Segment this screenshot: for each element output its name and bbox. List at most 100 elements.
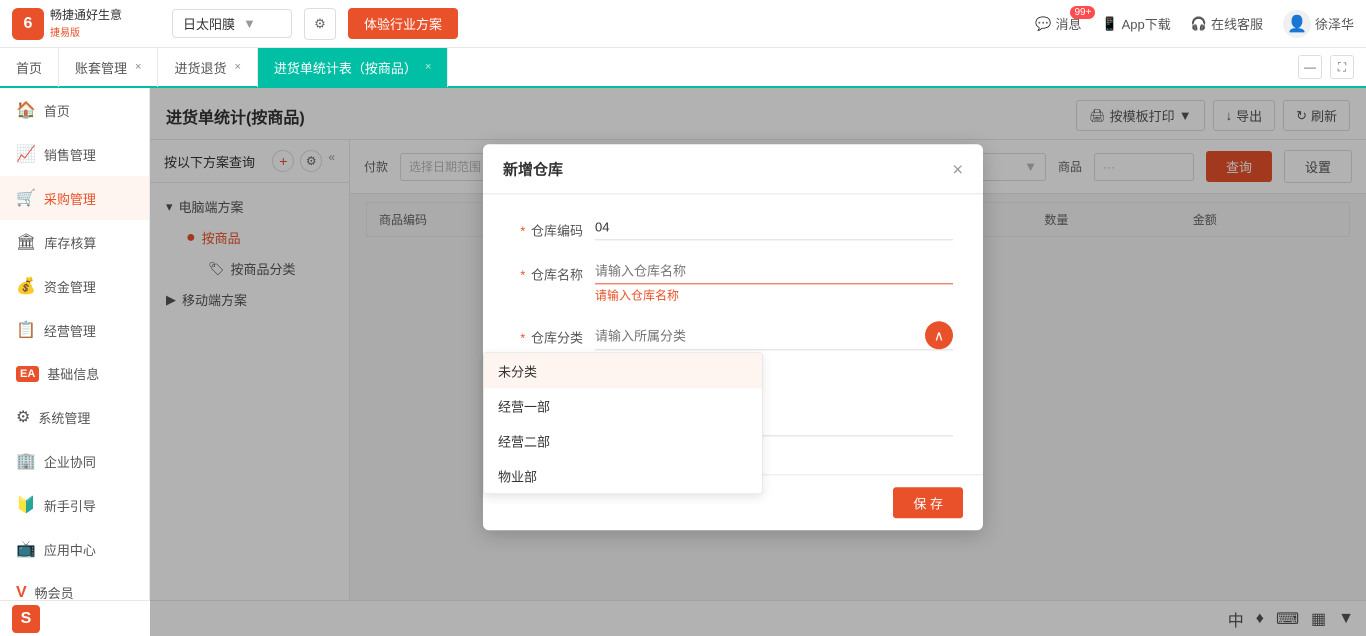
online-service-label: 在线客服 xyxy=(1211,14,1263,33)
enterprise-icon: 🏢 xyxy=(16,451,36,471)
tab-purchase-return[interactable]: 进货退货 × xyxy=(158,47,257,87)
trial-button[interactable]: 体验行业方案 xyxy=(348,8,458,39)
app-name: 畅捷通好生意 xyxy=(50,8,122,24)
sidebar-item-guide[interactable]: 🔰 新手引导 xyxy=(0,483,149,527)
code-required-star: * xyxy=(520,223,525,238)
sidebar-operations-label: 经营管理 xyxy=(44,321,96,340)
tab-purchase-return-label: 进货退货 xyxy=(174,58,226,77)
app-download-label: App下载 xyxy=(1122,14,1171,33)
system-icon: ⚙ xyxy=(16,407,30,427)
category-label: * 仓库分类 xyxy=(513,321,583,346)
sidebar-enterprise-label: 企业协同 xyxy=(44,452,96,471)
code-field-wrap xyxy=(595,214,953,240)
messages-link[interactable]: 💬 消息 99+ xyxy=(1035,14,1081,33)
form-category-row: * 仓库分类 ∧ 未分类 经营一部 经营二部 物业部 xyxy=(513,321,953,350)
store-dropdown-arrow: ▼ xyxy=(243,16,256,31)
online-service-link[interactable]: 🎧 在线客服 xyxy=(1191,14,1263,33)
code-label-text: 仓库编码 xyxy=(531,223,583,238)
category-input-container: ∧ xyxy=(595,321,953,350)
message-badge: 99+ xyxy=(1070,6,1095,19)
sidebar-purchase-label: 采购管理 xyxy=(44,189,96,208)
tab-purchase-stats[interactable]: 进货单统计表（按商品） × xyxy=(258,47,448,87)
bottom-s-logo: S xyxy=(12,605,40,633)
sales-icon: 📈 xyxy=(16,144,36,164)
message-icon: 💬 xyxy=(1035,16,1051,32)
main-layout: 🏠 首页 📈 销售管理 🛒 采购管理 🏛 库存核算 💰 资金管理 📋 经营管理 … xyxy=(0,88,1366,636)
purchase-icon: 🛒 xyxy=(16,188,36,208)
content-area: 进货单统计(按商品) 🖨 按模板打印 ▼ ↓ 导出 ↻ 刷新 xyxy=(150,88,1366,636)
header-right: 💬 消息 99+ 📱 App下载 🎧 在线客服 👤 徐泽华 xyxy=(1035,10,1354,38)
tab-purchase-stats-label: 进货单统计表（按商品） xyxy=(274,58,417,77)
guide-icon: 🔰 xyxy=(16,495,36,515)
sidebar-system-label: 系统管理 xyxy=(38,408,90,427)
tab-extra-controls: — ⛶ xyxy=(1298,55,1366,79)
modal-title: 新增仓库 xyxy=(503,158,563,179)
name-error-msg: 请输入仓库名称 xyxy=(595,286,953,303)
tab-purchase-stats-close[interactable]: × xyxy=(425,61,431,73)
sidebar-inventory-label: 库存核算 xyxy=(44,233,96,252)
category-toggle-btn[interactable]: ∧ xyxy=(925,321,953,349)
modal-body: * 仓库编码 * 仓库名称 请输入仓库名称 xyxy=(483,194,983,474)
headset-icon: 🎧 xyxy=(1191,16,1207,32)
vip-icon: V xyxy=(16,584,27,602)
name-label-text: 仓库名称 xyxy=(531,267,583,282)
tab-account[interactable]: 账套管理 × xyxy=(59,47,158,87)
sidebar-item-enterprise[interactable]: 🏢 企业协同 xyxy=(0,439,149,483)
sidebar-item-operations[interactable]: 📋 经营管理 xyxy=(0,308,149,352)
settings-icon[interactable]: ⚙ xyxy=(304,8,336,40)
sidebar-item-sales[interactable]: 📈 销售管理 xyxy=(0,132,149,176)
name-input[interactable] xyxy=(595,258,953,284)
store-selector[interactable]: 日太阳膜 ▼ xyxy=(172,9,292,38)
sidebar: 🏠 首页 📈 销售管理 🛒 采购管理 🏛 库存核算 💰 资金管理 📋 经营管理 … xyxy=(0,88,150,636)
store-name: 日太阳膜 xyxy=(183,14,235,33)
tab-account-label: 账套管理 xyxy=(75,58,127,77)
sidebar-item-home[interactable]: 🏠 首页 xyxy=(0,88,149,132)
category-input[interactable] xyxy=(595,323,925,348)
sidebar-item-inventory[interactable]: 🏛 库存核算 xyxy=(0,220,149,264)
code-input[interactable] xyxy=(595,214,953,240)
add-warehouse-modal: 新增仓库 × * 仓库编码 * xyxy=(483,144,983,530)
modal-close-btn[interactable]: × xyxy=(952,160,963,178)
name-field-wrap: 请输入仓库名称 xyxy=(595,258,953,303)
sidebar-item-finance[interactable]: 💰 资金管理 xyxy=(0,264,149,308)
app-download-link[interactable]: 📱 App下载 xyxy=(1101,14,1170,33)
save-btn[interactable]: 保 存 xyxy=(893,487,963,518)
tab-home[interactable]: 首页 xyxy=(0,47,59,87)
finance-icon: 💰 xyxy=(16,276,36,296)
app-icon: 📱 xyxy=(1101,16,1117,32)
cat-required-star: * xyxy=(520,330,525,345)
dropdown-option-uncategorized[interactable]: 未分类 xyxy=(484,353,762,388)
code-label: * 仓库编码 xyxy=(513,214,583,239)
tab-home-label: 首页 xyxy=(16,58,42,77)
user-name: 徐泽华 xyxy=(1315,14,1354,33)
tab-account-close[interactable]: × xyxy=(135,61,141,73)
user-avatar: 👤 xyxy=(1283,10,1311,38)
modal-header: 新增仓库 × xyxy=(483,144,983,194)
tab-purchase-return-close[interactable]: × xyxy=(234,61,240,73)
form-code-row: * 仓库编码 xyxy=(513,214,953,240)
sidebar-item-system[interactable]: ⚙ 系统管理 xyxy=(0,395,149,439)
logo-area: 6 畅捷通好生意 捷易版 xyxy=(12,8,162,40)
dropdown-option-dept1[interactable]: 经营一部 xyxy=(484,388,762,423)
dropdown-option-dept2[interactable]: 经营二部 xyxy=(484,423,762,458)
tab-minimize-btn[interactable]: — xyxy=(1298,55,1322,79)
tab-bar: 首页 账套管理 × 进货退货 × 进货单统计表（按商品） × — ⛶ xyxy=(0,48,1366,88)
header-actions: ⚙ 体验行业方案 xyxy=(304,8,458,40)
sidebar-item-purchase[interactable]: 🛒 采购管理 xyxy=(0,176,149,220)
sidebar-item-appcenter[interactable]: 📺 应用中心 xyxy=(0,527,149,571)
home-icon: 🏠 xyxy=(16,100,36,120)
sidebar-basics-label: 基础信息 xyxy=(47,364,99,383)
operations-icon: 📋 xyxy=(16,320,36,340)
basics-icon: EA xyxy=(16,366,39,382)
inventory-icon: 🏛 xyxy=(16,232,36,252)
user-profile-link[interactable]: 👤 徐泽华 xyxy=(1283,10,1354,38)
app-badge: 捷易版 xyxy=(50,24,122,39)
tab-maximize-btn[interactable]: ⛶ xyxy=(1330,55,1354,79)
form-name-row: * 仓库名称 请输入仓库名称 xyxy=(513,258,953,303)
top-header: 6 畅捷通好生意 捷易版 日太阳膜 ▼ ⚙ 体验行业方案 💬 消息 99+ 📱 … xyxy=(0,0,1366,48)
appcenter-icon: 📺 xyxy=(16,539,36,559)
category-dropdown: 未分类 经营一部 经营二部 物业部 xyxy=(483,352,763,494)
sidebar-item-basics[interactable]: EA 基础信息 xyxy=(0,352,149,395)
dropdown-option-property[interactable]: 物业部 xyxy=(484,458,762,493)
sidebar-home-label: 首页 xyxy=(44,101,70,120)
